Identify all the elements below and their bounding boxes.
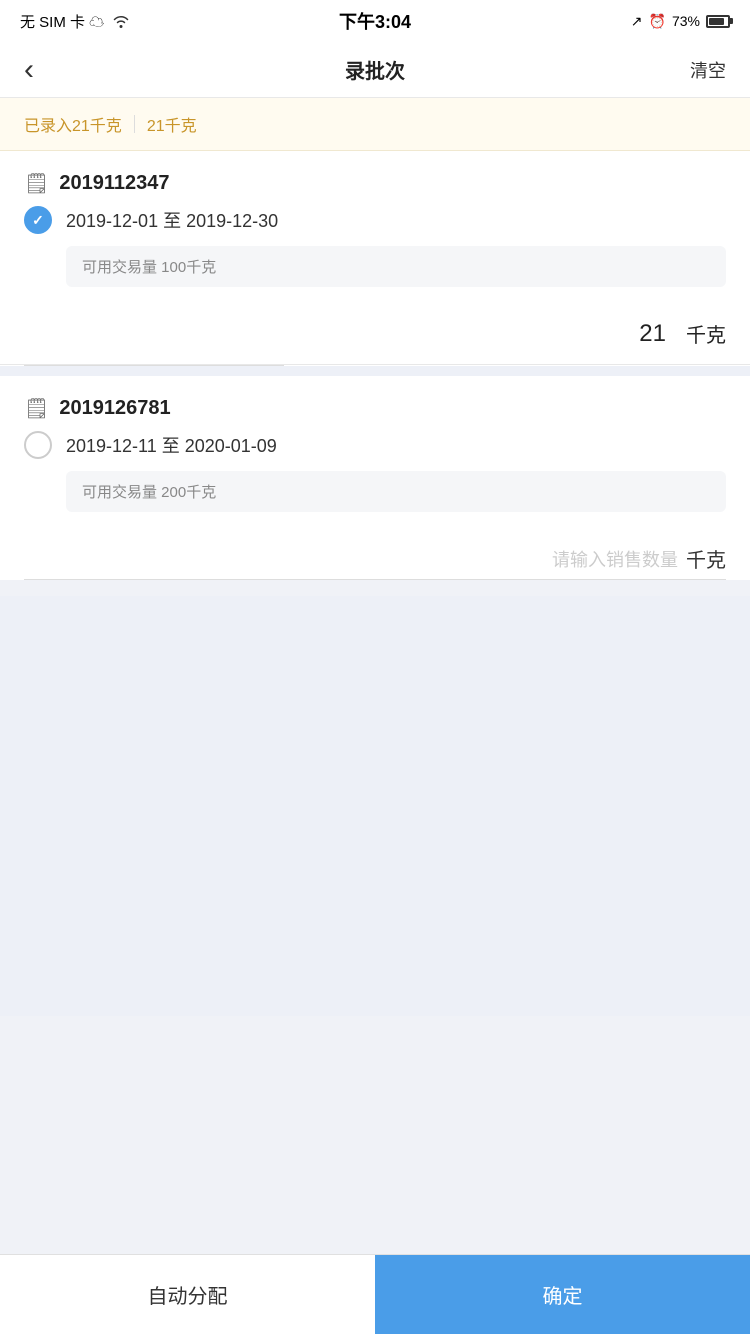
batch2-unit: 千克 xyxy=(686,544,726,573)
battery-icon xyxy=(706,15,730,28)
status-bar: 无 SIM 卡 ☁ 下午3:04 ↗ ⏰ 73% xyxy=(0,0,750,42)
batch2-underline xyxy=(24,579,726,580)
batch2-header: 🗒 2019126781 xyxy=(24,396,726,421)
recorded-label: 已录入21千克 xyxy=(24,112,122,136)
batch1-header: 🗒 2019112347 xyxy=(24,171,726,196)
page-title: 录批次 xyxy=(345,55,405,84)
batch2-input-placeholder: 请输入销售数量 xyxy=(552,546,678,572)
battery-percent: 73% xyxy=(672,13,700,29)
batch2-section: 🗒 2019126781 ✓ 2019-12-11 至 2020-01-09 可… xyxy=(0,376,750,580)
wifi-icon xyxy=(112,14,130,28)
status-time: 下午3:04 xyxy=(339,8,411,34)
batch2-icon: 🗒 xyxy=(24,396,49,421)
check-icon: ✓ xyxy=(32,212,44,229)
back-button[interactable]: ‹ xyxy=(16,45,42,95)
batch2-date-row[interactable]: ✓ 2019-12-11 至 2020-01-09 xyxy=(24,431,726,459)
nav-bar: ‹ 录批次 清空 xyxy=(0,42,750,98)
batch1-section: 🗒 2019112347 ✓ 2019-12-01 至 2019-12-30 可… xyxy=(0,151,750,366)
bottom-bar: 自动分配 确定 xyxy=(0,1254,750,1334)
batch2-item: 🗒 2019126781 ✓ 2019-12-11 至 2020-01-09 可… xyxy=(0,376,750,528)
batch1-radio[interactable]: ✓ xyxy=(24,206,52,234)
section-separator xyxy=(0,366,750,376)
info-banner: 已录入21千克 21千克 xyxy=(0,98,750,151)
batch2-date: 2019-12-11 至 2020-01-09 xyxy=(66,432,277,458)
content-fill-area xyxy=(0,596,750,1016)
batch1-qty-row: 21 千克 xyxy=(0,303,750,365)
batch1-date-row[interactable]: ✓ 2019-12-01 至 2019-12-30 xyxy=(24,206,726,234)
alarm-icon: ⏰ xyxy=(649,13,666,30)
batch2-id: 2019126781 xyxy=(59,397,170,420)
batch1-icon: 🗒 xyxy=(24,171,49,196)
banner-divider xyxy=(134,115,135,133)
batch1-id: 2019112347 xyxy=(59,172,169,195)
sim-label: 无 SIM 卡 ☁ xyxy=(20,11,104,32)
status-right: ↗ ⏰ 73% xyxy=(631,13,730,30)
batch1-available: 可用交易量 100千克 xyxy=(66,246,726,287)
batch1-item: 🗒 2019112347 ✓ 2019-12-01 至 2019-12-30 可… xyxy=(0,151,750,303)
batch1-qty-unit: 千克 xyxy=(686,319,726,348)
batch2-radio[interactable]: ✓ xyxy=(24,431,52,459)
auto-distribute-button[interactable]: 自动分配 xyxy=(0,1255,375,1334)
status-left: 无 SIM 卡 ☁ xyxy=(20,11,130,32)
batch2-available: 可用交易量 200千克 xyxy=(66,471,726,512)
clear-button[interactable]: 清空 xyxy=(690,57,726,83)
batch2-input-row: 请输入销售数量 千克 xyxy=(0,528,750,579)
batch1-qty-value: 21 xyxy=(639,320,666,348)
recorded-value: 21千克 xyxy=(147,112,197,136)
batch1-date: 2019-12-01 至 2019-12-30 xyxy=(66,207,278,233)
location-icon: ↗ xyxy=(631,13,643,30)
confirm-button[interactable]: 确定 xyxy=(375,1255,750,1334)
